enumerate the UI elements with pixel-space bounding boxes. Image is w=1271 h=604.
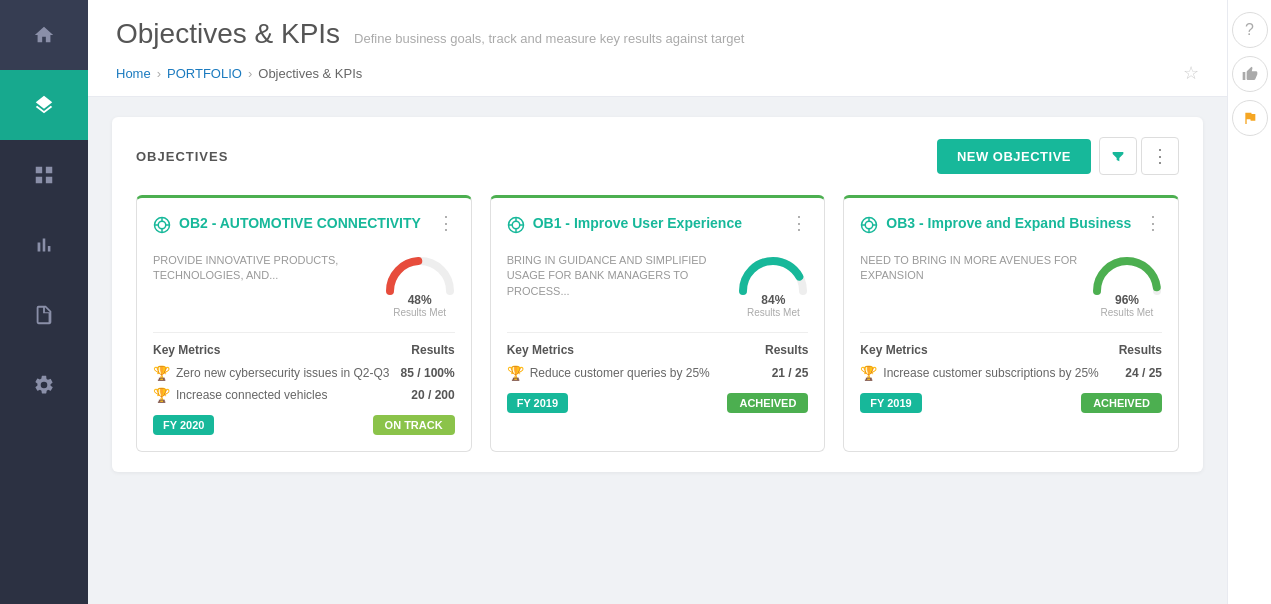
gauge-label-ob1: 84% <box>761 293 785 307</box>
metric-text-ob1-1: Reduce customer queries by 25% <box>530 366 766 380</box>
trophy-icon: 🏆 <box>860 365 877 381</box>
card-menu-ob2[interactable]: ⋮ <box>437 214 455 232</box>
metric-result-ob2-2: 20 / 200 <box>411 388 454 402</box>
gauge-label-ob3: 96% <box>1115 293 1139 307</box>
card-footer-ob3: FY 2019 ACHEIVED <box>860 393 1162 413</box>
metric-text-ob3-1: Increase customer subscriptions by 25% <box>883 366 1119 380</box>
page-subtitle: Define business goals, track and measure… <box>354 31 744 46</box>
status-badge-ob1: ACHEIVED <box>727 393 808 413</box>
card-footer-ob1: FY 2019 ACHEIVED <box>507 393 809 413</box>
page-title: Objectives & KPIs <box>116 18 340 50</box>
breadcrumb-home[interactable]: Home <box>116 66 151 81</box>
metric-text-ob2-1: Zero new cybersecurity issues in Q2-Q3 <box>176 366 395 380</box>
star-icon[interactable]: ☆ <box>1183 62 1199 84</box>
card-menu-ob1[interactable]: ⋮ <box>790 214 808 232</box>
metrics-header-right-ob1: Results <box>765 343 808 357</box>
objective-card-ob3: OB3 - Improve and Expand Business ⋮ Need… <box>843 195 1179 452</box>
sidebar-item-home[interactable] <box>0 0 88 70</box>
new-objective-button[interactable]: NEW OBJECTIVE <box>937 139 1091 174</box>
card-title-ob3: OB3 - Improve and Expand Business <box>886 214 1144 232</box>
metric-row: 🏆 Increase connected vehicles 20 / 200 <box>153 387 455 403</box>
metric-result-ob1-1: 21 / 25 <box>772 366 809 380</box>
sidebar-item-document[interactable] <box>0 280 88 350</box>
svg-point-13 <box>866 221 874 229</box>
metrics-header-right-ob3: Results <box>1119 343 1162 357</box>
year-badge-ob3: FY 2019 <box>860 393 921 413</box>
right-panel: ? <box>1227 0 1271 604</box>
svg-point-1 <box>158 221 166 229</box>
status-badge-ob2: ON TRACK <box>373 415 455 435</box>
gauge-ob1: 84% Results Met <box>738 253 808 318</box>
metrics-header-right-ob2: Results <box>411 343 454 357</box>
help-icon-button[interactable]: ? <box>1232 12 1268 48</box>
metric-result-ob3-1: 24 / 25 <box>1125 366 1162 380</box>
metrics-header-left-ob1: Key Metrics <box>507 343 574 357</box>
status-badge-ob3: ACHEIVED <box>1081 393 1162 413</box>
gauge-ob3: 96% Results Met <box>1092 253 1162 318</box>
trophy-icon: 🏆 <box>153 365 170 381</box>
more-options-button[interactable]: ⋮ <box>1141 137 1179 175</box>
objective-crosshair-icon <box>507 216 525 239</box>
metric-result-ob2-1: 85 / 100% <box>401 366 455 380</box>
breadcrumb-portfolio[interactable]: PORTFOLIO <box>167 66 242 81</box>
breadcrumb-current: Objectives & KPIs <box>258 66 362 81</box>
metrics-header-left-ob3: Key Metrics <box>860 343 927 357</box>
sidebar-item-layers[interactable] <box>0 70 88 140</box>
filter-button[interactable] <box>1099 137 1137 175</box>
card-title-ob1: OB1 - Improve User Experience <box>533 214 791 232</box>
objective-crosshair-icon <box>860 216 878 239</box>
sidebar-item-chart[interactable] <box>0 210 88 280</box>
card-desc-ob3: Need to bring in more avenues for expans… <box>860 253 1082 284</box>
gauge-sub-ob3: Results Met <box>1101 307 1154 318</box>
year-badge-ob2: FY 2020 <box>153 415 214 435</box>
objective-card-ob2: OB2 - AUTOMOTIVE CONNECTIVITY ⋮ PROVIDE … <box>136 195 472 452</box>
main-content: Objectives & KPIs Define business goals,… <box>88 0 1227 604</box>
thumbs-up-icon-button[interactable] <box>1232 56 1268 92</box>
objective-crosshair-icon <box>153 216 171 239</box>
metric-row: 🏆 Reduce customer queries by 25% 21 / 25 <box>507 365 809 381</box>
breadcrumb-sep-1: › <box>157 66 161 81</box>
year-badge-ob1: FY 2019 <box>507 393 568 413</box>
page-header: Objectives & KPIs Define business goals,… <box>88 0 1227 97</box>
metric-row: 🏆 Increase customer subscriptions by 25%… <box>860 365 1162 381</box>
sidebar <box>0 0 88 604</box>
objectives-panel: OBJECTIVES NEW OBJECTIVE ⋮ OB2 - AUTOMOT… <box>112 117 1203 472</box>
gauge-ob2: 48% Results Met <box>385 253 455 318</box>
content-area: OBJECTIVES NEW OBJECTIVE ⋮ OB2 - AUTOMOT… <box>88 97 1227 604</box>
objectives-toolbar: OBJECTIVES NEW OBJECTIVE ⋮ <box>136 137 1179 175</box>
flag-icon-button[interactable] <box>1232 100 1268 136</box>
breadcrumb-sep-2: › <box>248 66 252 81</box>
card-menu-ob3[interactable]: ⋮ <box>1144 214 1162 232</box>
trophy-icon: 🏆 <box>507 365 524 381</box>
objective-card-ob1: OB1 - Improve User Experience ⋮ Bring in… <box>490 195 826 452</box>
svg-point-7 <box>512 221 520 229</box>
trophy-icon: 🏆 <box>153 387 170 403</box>
gauge-label-ob2: 48% <box>408 293 432 307</box>
card-footer-ob2: FY 2020 ON TRACK <box>153 415 455 435</box>
sidebar-item-settings[interactable] <box>0 350 88 420</box>
metric-row: 🏆 Zero new cybersecurity issues in Q2-Q3… <box>153 365 455 381</box>
breadcrumb: Home › PORTFOLIO › Objectives & KPIs ☆ <box>116 62 1199 96</box>
card-desc-ob2: PROVIDE INNOVATIVE PRODUCTS, TECHNOLOGIE… <box>153 253 375 284</box>
card-desc-ob1: Bring in guidance and simplified usage f… <box>507 253 729 299</box>
gauge-sub-ob1: Results Met <box>747 307 800 318</box>
sidebar-item-grid[interactable] <box>0 140 88 210</box>
metrics-header-left-ob2: Key Metrics <box>153 343 220 357</box>
gauge-sub-ob2: Results Met <box>393 307 446 318</box>
metric-text-ob2-2: Increase connected vehicles <box>176 388 405 402</box>
cards-container: OB2 - AUTOMOTIVE CONNECTIVITY ⋮ PROVIDE … <box>136 195 1179 452</box>
objectives-section-title: OBJECTIVES <box>136 149 937 164</box>
card-title-ob2: OB2 - AUTOMOTIVE CONNECTIVITY <box>179 214 437 232</box>
